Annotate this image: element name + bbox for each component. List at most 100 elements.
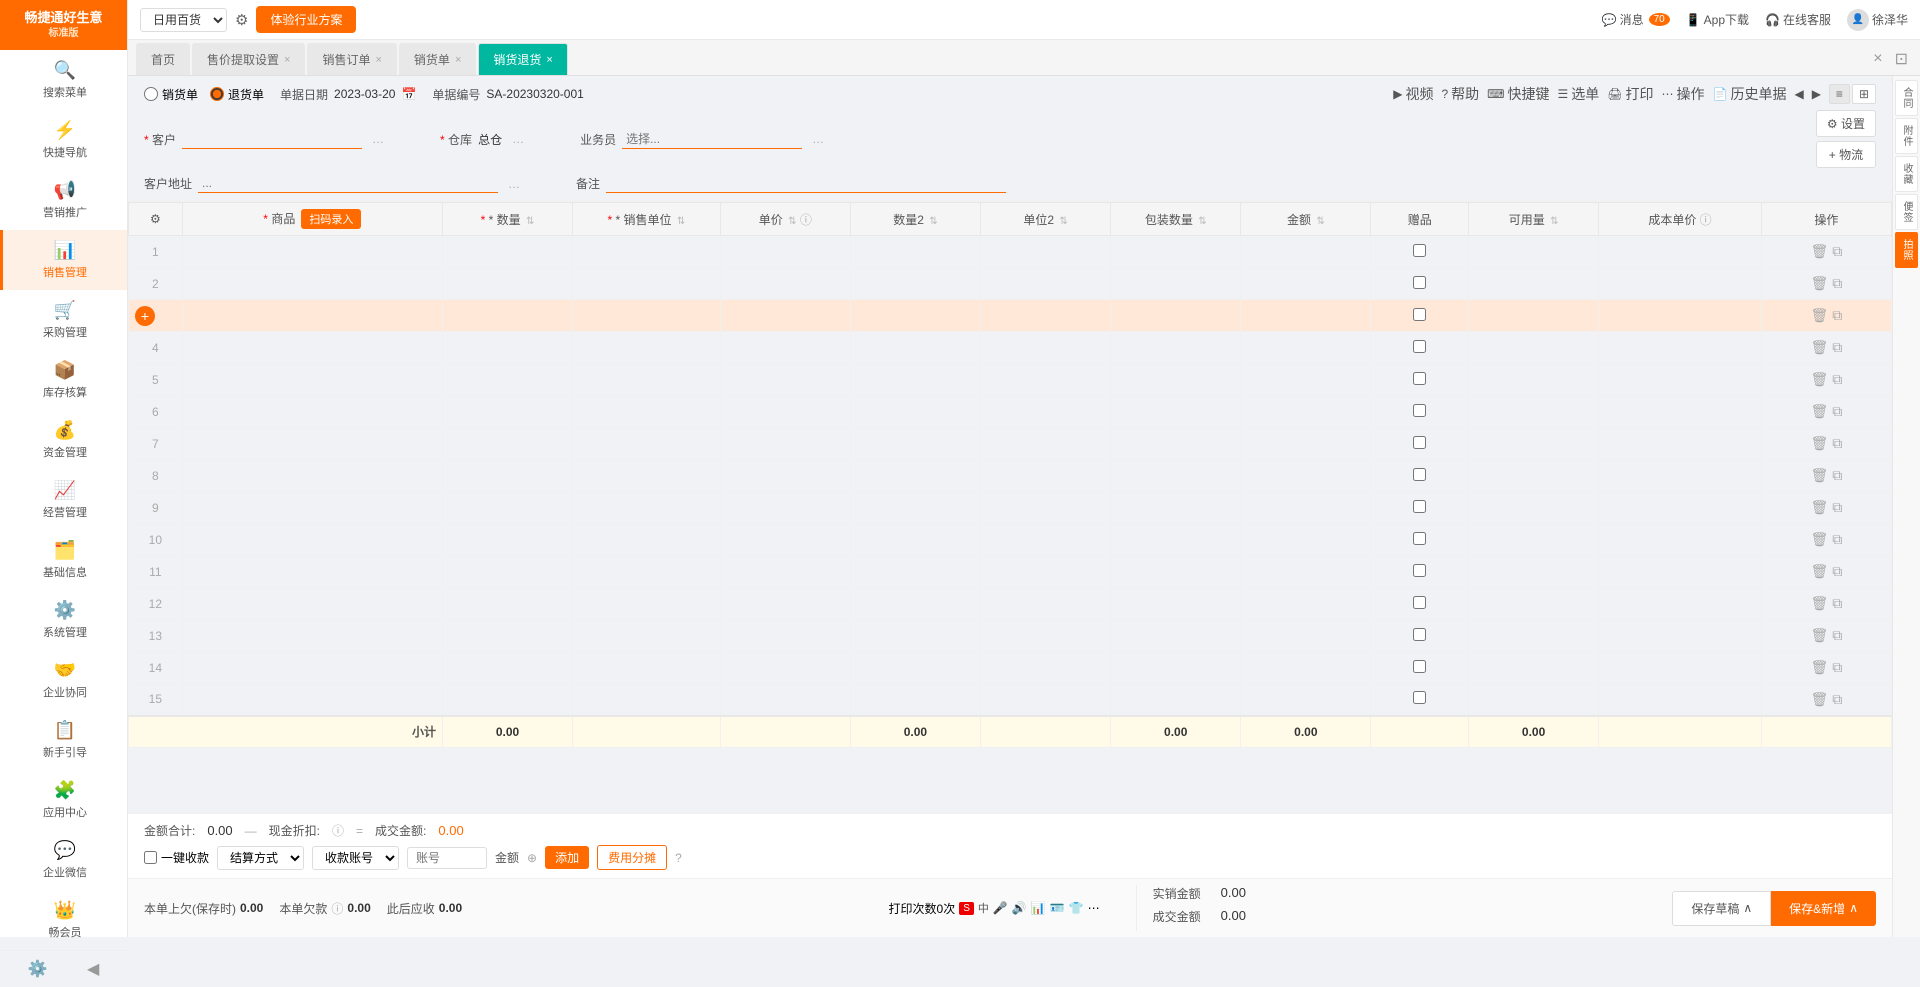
account-select[interactable]: 收款账号: [312, 846, 399, 870]
available-sort-icon[interactable]: ⇅: [1550, 216, 1558, 227]
pack-cell-12[interactable]: [1111, 588, 1241, 620]
unit-cell-13[interactable]: [573, 620, 721, 652]
gift-cell-1[interactable]: [1371, 236, 1469, 268]
qty-cell-5[interactable]: [442, 364, 572, 396]
cost-cell-2[interactable]: [1599, 268, 1762, 300]
gift-cell-8[interactable]: [1371, 460, 1469, 492]
unit2-sort-icon[interactable]: ⇅: [1059, 216, 1067, 227]
amount-cell-2[interactable]: [1241, 268, 1371, 300]
unit-cell-15[interactable]: [573, 684, 721, 716]
available-cell-10[interactable]: [1469, 524, 1599, 556]
product-cell-2[interactable]: [182, 268, 442, 300]
tab-sales-order[interactable]: 销售订单 ×: [307, 43, 396, 75]
qty-cell-4[interactable]: [442, 332, 572, 364]
price-sort-icon[interactable]: ⇅: [788, 216, 796, 227]
delete-btn-6[interactable]: 🗑: [1811, 403, 1829, 420]
price-info-icon[interactable]: ⓘ: [800, 213, 812, 227]
gift-cell-9[interactable]: [1371, 492, 1469, 524]
product-cell-9[interactable]: [182, 492, 442, 524]
cost-cell-8[interactable]: [1599, 460, 1762, 492]
sidebar-item-shortcut[interactable]: ⚡ 快捷导航: [0, 110, 127, 170]
gift-cell-4[interactable]: [1371, 332, 1469, 364]
next-record-btn[interactable]: ▶: [1812, 87, 1821, 101]
scan-barcode-btn[interactable]: 扫码录入: [301, 209, 361, 229]
gift-checkbox-9[interactable]: [1413, 500, 1426, 513]
delete-btn-3[interactable]: 🗑: [1811, 307, 1829, 324]
sidebar-item-apps[interactable]: 🧩 应用中心: [0, 770, 127, 830]
qty2-cell-14[interactable]: [850, 652, 980, 684]
delete-btn-4[interactable]: 🗑: [1811, 339, 1829, 356]
experience-btn[interactable]: 体验行业方案: [256, 6, 356, 33]
cost-cell-14[interactable]: [1599, 652, 1762, 684]
price-cell-3[interactable]: [720, 300, 850, 332]
unit-cell-8[interactable]: [573, 460, 721, 492]
warehouse-lookup-btn[interactable]: …: [512, 132, 524, 146]
account-no-input[interactable]: [407, 847, 487, 869]
gift-cell-5[interactable]: [1371, 364, 1469, 396]
contract-btn[interactable]: 合同: [1895, 80, 1918, 116]
cost-cell-9[interactable]: [1599, 492, 1762, 524]
price-cell-4[interactable]: [720, 332, 850, 364]
qty2-cell-15[interactable]: [850, 684, 980, 716]
amount-cell-8[interactable]: [1241, 460, 1371, 492]
available-cell-13[interactable]: [1469, 620, 1599, 652]
star-btn[interactable]: 收藏: [1895, 156, 1918, 192]
unit2-cell-15[interactable]: [981, 684, 1111, 716]
icon-more[interactable]: ⋯: [1088, 901, 1100, 915]
product-cell-11[interactable]: [182, 556, 442, 588]
discount-info-icon[interactable]: ⓘ: [332, 822, 344, 839]
qty-cell-14[interactable]: [442, 652, 572, 684]
qty2-cell-12[interactable]: [850, 588, 980, 620]
gift-cell-15[interactable]: [1371, 684, 1469, 716]
unit2-cell-13[interactable]: [981, 620, 1111, 652]
prev-record-btn[interactable]: ◀: [1794, 87, 1803, 101]
qty2-cell-1[interactable]: [850, 236, 980, 268]
unit-cell-12[interactable]: [573, 588, 721, 620]
settings-bottom-btn[interactable]: ⚙️: [28, 959, 48, 979]
unit-cell-6[interactable]: [573, 396, 721, 428]
tab-return-close[interactable]: ×: [546, 54, 552, 66]
gift-checkbox-5[interactable]: [1413, 372, 1426, 385]
qty2-cell-13[interactable]: [850, 620, 980, 652]
unit-sort-icon[interactable]: ⇅: [677, 216, 685, 227]
icon-shirt[interactable]: 👕: [1069, 901, 1084, 915]
tab-return[interactable]: 销货退货 ×: [478, 43, 567, 75]
sidebar-item-sales[interactable]: 📊 销售管理: [0, 230, 127, 290]
sidebar-item-operations[interactable]: 📈 经营管理: [0, 470, 127, 530]
available-cell-9[interactable]: [1469, 492, 1599, 524]
cost-cell-10[interactable]: [1599, 524, 1762, 556]
radio-delivery[interactable]: 销货单: [144, 86, 198, 103]
qty-cell-15[interactable]: [442, 684, 572, 716]
salesperson-input[interactable]: [622, 130, 802, 149]
price-cell-9[interactable]: [720, 492, 850, 524]
product-cell-15[interactable]: [182, 684, 442, 716]
sidebar-item-marketing[interactable]: 📢 营销推广: [0, 170, 127, 230]
cost-cell-15[interactable]: [1599, 684, 1762, 716]
add-logistics-btn[interactable]: + 物流: [1816, 141, 1876, 168]
message-btn[interactable]: 💬 消息 70: [1602, 11, 1670, 28]
pack-cell-10[interactable]: [1111, 524, 1241, 556]
tab-price-settings[interactable]: 售价提取设置 ×: [192, 43, 305, 75]
product-cell-13[interactable]: [182, 620, 442, 652]
pack-cell-13[interactable]: [1111, 620, 1241, 652]
price-cell-2[interactable]: [720, 268, 850, 300]
delete-btn-11[interactable]: 🗑: [1811, 563, 1829, 580]
pack-cell-4[interactable]: [1111, 332, 1241, 364]
radio-return[interactable]: 退货单: [210, 86, 264, 103]
available-cell-4[interactable]: [1469, 332, 1599, 364]
industry-select[interactable]: 日用百货: [140, 8, 227, 32]
available-cell-8[interactable]: [1469, 460, 1599, 492]
product-cell-12[interactable]: [182, 588, 442, 620]
unit2-cell-1[interactable]: [981, 236, 1111, 268]
copy-btn-7[interactable]: ⧉: [1832, 435, 1842, 452]
qty-cell-1[interactable]: [442, 236, 572, 268]
gift-checkbox-13[interactable]: [1413, 628, 1426, 641]
pack-cell-6[interactable]: [1111, 396, 1241, 428]
qty-cell-6[interactable]: [442, 396, 572, 428]
unit-cell-4[interactable]: [573, 332, 721, 364]
gift-cell-6[interactable]: [1371, 396, 1469, 428]
available-cell-12[interactable]: [1469, 588, 1599, 620]
qty-cell-2[interactable]: [442, 268, 572, 300]
pack-sort-icon[interactable]: ⇅: [1198, 216, 1206, 227]
available-cell-2[interactable]: [1469, 268, 1599, 300]
